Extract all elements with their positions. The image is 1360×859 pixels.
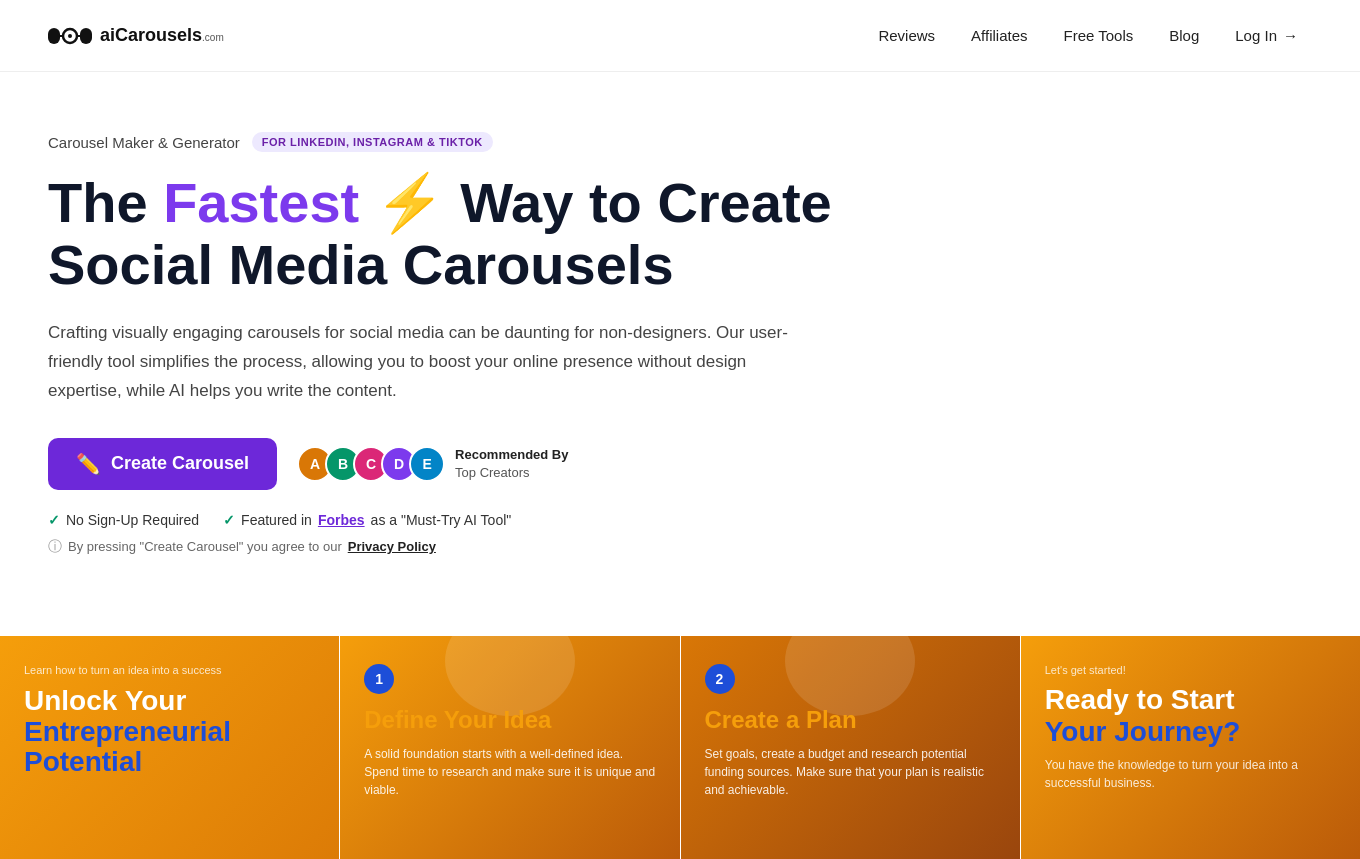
recommendations: A B C D E Recommended By Top Creators	[297, 446, 568, 482]
svg-rect-0	[48, 28, 60, 44]
hero-section: Carousel Maker & Generator FOR LINKEDIN,…	[0, 72, 980, 596]
hero-label-row: Carousel Maker & Generator FOR LINKEDIN,…	[48, 132, 932, 152]
nav-reviews[interactable]: Reviews	[864, 21, 949, 50]
carousel-preview: Learn how to turn an idea into a success…	[0, 636, 1360, 859]
hero-description: Crafting visually engaging carousels for…	[48, 319, 788, 406]
svg-point-2	[68, 34, 72, 38]
avatar-group: A B C D E	[297, 446, 445, 482]
privacy-notice: ⓘ By pressing "Create Carousel" you agre…	[48, 538, 932, 556]
carousel-card-3: 2 Create a Plan Set goals, create a budg…	[681, 636, 1020, 859]
recommendation-text: Recommended By Top Creators	[455, 446, 568, 482]
card-2-number: 1	[364, 664, 394, 694]
card-4-body: You have the knowledge to turn your idea…	[1045, 756, 1336, 792]
hero-badge: FOR LINKEDIN, INSTAGRAM & TIKTOK	[252, 132, 493, 152]
privacy-policy-link[interactable]: Privacy Policy	[348, 539, 436, 554]
hero-label-text: Carousel Maker & Generator	[48, 134, 240, 151]
card-3-title: Create a Plan	[705, 706, 996, 735]
nav-links: Reviews Affiliates Free Tools Blog Log I…	[864, 21, 1312, 50]
logo[interactable]: aiCarousels.com	[48, 22, 224, 50]
card-4-title: Ready to Start Your Journey?	[1045, 684, 1336, 748]
card-2-body: A solid foundation starts with a well-de…	[364, 745, 655, 799]
card-2-title: Define Your Idea	[364, 706, 655, 735]
create-carousel-button[interactable]: ✏️ Create Carousel	[48, 438, 277, 490]
carousel-card-1: Learn how to turn an idea into a success…	[0, 636, 339, 859]
check-icon-1: ✓	[48, 512, 60, 528]
check-icon-2: ✓	[223, 512, 235, 528]
trust-badges: ✓ No Sign-Up Required ✓ Featured in Forb…	[48, 512, 932, 528]
card-4-eyebrow: Let's get started!	[1045, 664, 1336, 676]
nav-affiliates[interactable]: Affiliates	[957, 21, 1041, 50]
card-3-number: 2	[705, 664, 735, 694]
card-3-body: Set goals, create a budget and research …	[705, 745, 996, 799]
avatar-5: E	[409, 446, 445, 482]
nav-blog[interactable]: Blog	[1155, 21, 1213, 50]
forbes-link[interactable]: Forbes	[318, 512, 365, 528]
hero-title: The Fastest ⚡ Way to Create Social Media…	[48, 172, 932, 295]
carousel-card-2: 1 Define Your Idea A solid foundation st…	[340, 636, 679, 859]
info-icon: ⓘ	[48, 538, 62, 556]
edit-icon: ✏️	[76, 452, 101, 476]
card-1-eyebrow: Learn how to turn an idea into a success	[24, 664, 315, 676]
check-forbes: ✓ Featured in Forbes as a "Must-Try AI T…	[223, 512, 511, 528]
logo-label: aiCarousels.com	[100, 25, 224, 46]
navbar: aiCarousels.com Reviews Affiliates Free …	[0, 0, 1360, 72]
card-1-title: Unlock YourEntrepreneurialPotential	[24, 686, 315, 778]
check-no-signup: ✓ No Sign-Up Required	[48, 512, 199, 528]
nav-login[interactable]: Log In →	[1221, 21, 1312, 50]
svg-rect-3	[80, 28, 92, 44]
logo-icon	[48, 22, 92, 50]
nav-free-tools[interactable]: Free Tools	[1049, 21, 1147, 50]
carousel-card-4: Let's get started! Ready to Start Your J…	[1021, 636, 1360, 859]
cta-row: ✏️ Create Carousel A B C D E Recommended…	[48, 438, 932, 490]
